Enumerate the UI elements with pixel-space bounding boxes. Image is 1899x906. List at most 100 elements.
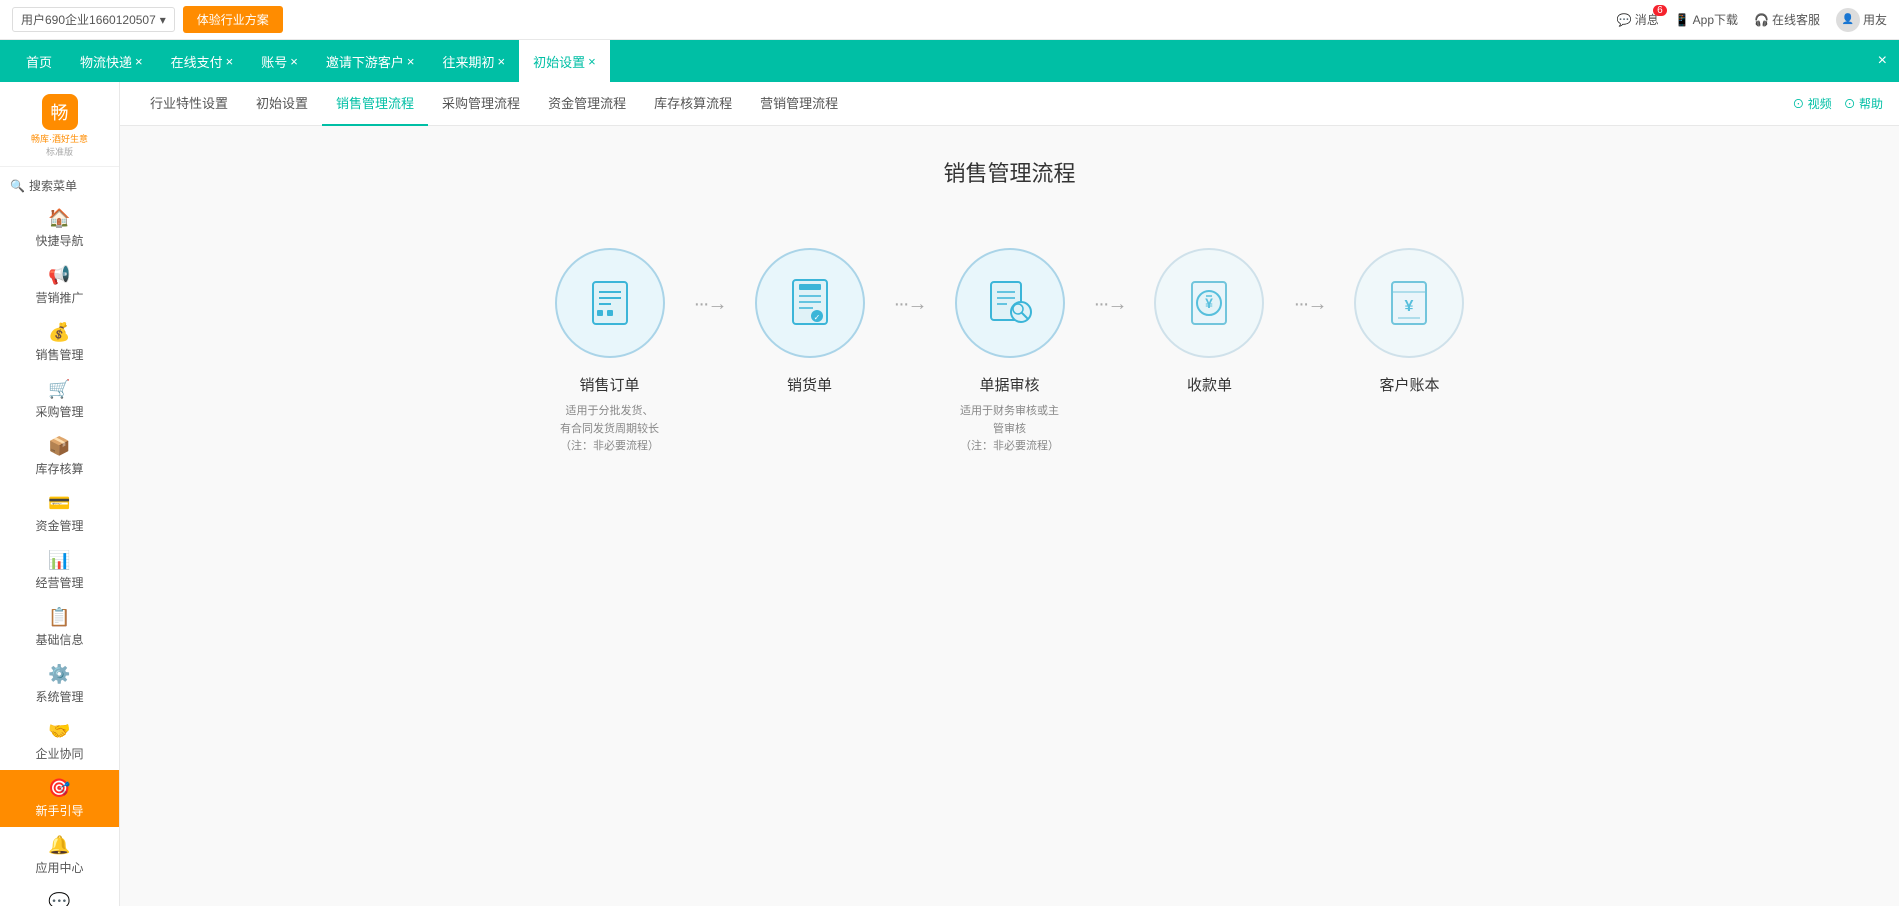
- sidebar-item-app-center[interactable]: 🔔 应用中心: [0, 827, 119, 884]
- help-btn[interactable]: ⊙ 帮助: [1844, 95, 1883, 112]
- flow-step-customer-ledger: ¥ 客户账本: [1329, 248, 1489, 403]
- nav-close-button[interactable]: ×: [1878, 52, 1887, 70]
- sidebar-item-basic-info[interactable]: 📋 基础信息: [0, 599, 119, 656]
- nav-payment[interactable]: 在线支付 ×: [157, 40, 248, 82]
- flow-step-doc-review: 单据审核 适用于财务审核或主管审核（注：非必要流程）: [930, 248, 1090, 456]
- system-icon: ⚙️: [48, 664, 70, 685]
- flow-circle-customer-ledger[interactable]: ¥: [1354, 248, 1464, 358]
- user-label: 用户690企业1660120507: [21, 11, 156, 28]
- flow-circle-sales-invoice[interactable]: ✓: [755, 248, 865, 358]
- flow-circle-sales-order[interactable]: [555, 248, 665, 358]
- app-download-item[interactable]: 📱 App下载: [1675, 11, 1738, 28]
- sidebar-item-label: 采购管理: [35, 403, 83, 420]
- flow-step-sales-order-title: 销售订单: [580, 374, 640, 395]
- sidebar-logo-text1: 畅库·酒好生意: [31, 132, 88, 145]
- nav-bar: 首页 物流快递 × 在线支付 × 账号 × 邀请下游客户 × 往来期初 × 初始…: [0, 40, 1899, 82]
- sidebar-item-newbie-guide[interactable]: 🎯 新手引导: [0, 770, 119, 827]
- page-title: 销售管理流程: [943, 156, 1075, 188]
- dropdown-icon: ▾: [160, 13, 166, 27]
- main-layout: 畅 畅库·酒好生意 标准版 🔍 搜索菜单 🏠 快捷导航 📢 营销推广 💰 销售管…: [0, 82, 1899, 906]
- service-icon: 🎧: [1754, 13, 1769, 27]
- flow-arrow-2: ···→: [890, 248, 930, 316]
- sub-tab-marketing-flow[interactable]: 营销管理流程: [746, 82, 852, 126]
- video-btn[interactable]: ⊙ 视频: [1792, 95, 1831, 112]
- sidebar-item-enterprise-wechat[interactable]: 💬 企业微信: [0, 884, 119, 906]
- service-label: 在线客服: [1772, 11, 1820, 28]
- sidebar-logo: 畅 畅库·酒好生意 标准版: [0, 86, 119, 167]
- sidebar-item-quick-nav[interactable]: 🏠 快捷导航: [0, 200, 119, 257]
- content-area: 行业特性设置 初始设置 销售管理流程 采购管理流程 资金管理流程 库存核算流程 …: [120, 82, 1899, 906]
- sidebar-search[interactable]: 🔍 搜索菜单: [0, 171, 119, 200]
- marketing-icon: 📢: [48, 265, 70, 286]
- sub-tab-init[interactable]: 初始设置: [242, 82, 322, 126]
- nav-account-label: 账号: [261, 52, 287, 71]
- sub-tab-industry[interactable]: 行业特性设置: [136, 82, 242, 126]
- sub-tab-purchase-flow[interactable]: 采购管理流程: [428, 82, 534, 126]
- sidebar-item-label: 企业协同: [35, 745, 83, 762]
- nav-logistics-label: 物流快递: [80, 52, 132, 71]
- nav-home[interactable]: 首页: [12, 40, 66, 82]
- flow-chart: 销售订单 适用于分批发货、有合同发货周期较长（注：非必要流程） ···→: [530, 248, 1490, 456]
- flow-arrow-1: ···→: [690, 248, 730, 316]
- sidebar-item-label: 库存核算: [35, 460, 83, 477]
- nav-init-settings[interactable]: 初始设置 ×: [519, 40, 610, 82]
- nav-period-arrow: ×: [497, 54, 505, 69]
- doc-review-icon: [983, 276, 1037, 330]
- sidebar-item-label: 资金管理: [35, 517, 83, 534]
- sales-icon: 💰: [48, 322, 70, 343]
- search-icon: 🔍: [10, 179, 25, 193]
- nav-logistics[interactable]: 物流快递 ×: [66, 40, 157, 82]
- sidebar-item-finance[interactable]: 💳 资金管理: [0, 485, 119, 542]
- nav-init-settings-label: 初始设置: [533, 52, 585, 71]
- inventory-icon: 📦: [48, 436, 70, 457]
- sidebar-item-inventory[interactable]: 📦 库存核算: [0, 428, 119, 485]
- sidebar-item-operations[interactable]: 📊 经营管理: [0, 542, 119, 599]
- nav-invite-label: 邀请下游客户: [326, 52, 404, 71]
- flow-circle-doc-review[interactable]: [955, 248, 1065, 358]
- trial-button[interactable]: 体验行业方案: [183, 6, 283, 33]
- message-item[interactable]: 💬 消息 6: [1617, 11, 1659, 28]
- customer-ledger-icon: ¥: [1382, 276, 1436, 330]
- service-item[interactable]: 🎧 在线客服: [1754, 11, 1820, 28]
- top-bar-left: 用户690企业1660120507 ▾ 体验行业方案: [12, 6, 283, 33]
- sidebar-item-label: 销售管理: [35, 346, 83, 363]
- flow-step-sales-invoice: ✓ 销货单: [730, 248, 890, 403]
- sales-invoice-icon: ✓: [783, 276, 837, 330]
- newbie-guide-icon: 🎯: [48, 778, 70, 799]
- sub-tab-inventory-flow-label: 库存核算流程: [654, 93, 732, 112]
- sidebar-item-sales[interactable]: 💰 销售管理: [0, 314, 119, 371]
- sub-tab-sales-flow[interactable]: 销售管理流程: [322, 82, 428, 126]
- flow-arrow-3: ···→: [1090, 248, 1130, 316]
- sidebar-item-enterprise-collab[interactable]: 🤝 企业协同: [0, 713, 119, 770]
- sidebar: 畅 畅库·酒好生意 标准版 🔍 搜索菜单 🏠 快捷导航 📢 营销推广 💰 销售管…: [0, 82, 120, 906]
- sub-tab-inventory-flow[interactable]: 库存核算流程: [640, 82, 746, 126]
- user-selector[interactable]: 用户690企业1660120507 ▾: [12, 7, 175, 32]
- flow-step-sales-invoice-title: 销货单: [787, 374, 832, 395]
- top-bar-right: 💬 消息 6 📱 App下载 🎧 在线客服 👤 用友: [1617, 8, 1887, 32]
- enterprise-collab-icon: 🤝: [48, 721, 70, 742]
- search-label: 搜索菜单: [29, 177, 77, 194]
- sub-tab-init-label: 初始设置: [256, 93, 308, 112]
- flow-step-sales-order-desc: 适用于分批发货、有合同发货周期较长（注：非必要流程）: [560, 403, 659, 456]
- sales-order-icon: [583, 276, 637, 330]
- nav-period[interactable]: 往来期初 ×: [428, 40, 519, 82]
- sidebar-item-marketing[interactable]: 📢 营销推广: [0, 257, 119, 314]
- sidebar-item-purchase[interactable]: 🛒 采购管理: [0, 371, 119, 428]
- flow-circle-receipt[interactable]: ¥: [1154, 248, 1264, 358]
- enterprise-wechat-icon: 💬: [48, 892, 70, 906]
- nav-home-label: 首页: [26, 52, 52, 71]
- message-badge: 6: [1653, 5, 1667, 16]
- operations-icon: 📊: [48, 550, 70, 571]
- sub-tab-finance-flow[interactable]: 资金管理流程: [534, 82, 640, 126]
- nav-invite[interactable]: 邀请下游客户 ×: [312, 40, 429, 82]
- svg-text:¥: ¥: [1405, 298, 1414, 315]
- nav-logistics-arrow: ×: [135, 54, 143, 69]
- flow-step-doc-review-title: 单据审核: [979, 374, 1039, 395]
- flow-step-receipt: ¥ 收款单: [1129, 248, 1289, 403]
- flow-step-customer-ledger-title: 客户账本: [1379, 374, 1439, 395]
- sidebar-item-system[interactable]: ⚙️ 系统管理: [0, 656, 119, 713]
- user-avatar-item[interactable]: 👤 用友: [1836, 8, 1887, 32]
- flow-step-doc-review-desc: 适用于财务审核或主管审核（注：非必要流程）: [960, 403, 1059, 456]
- nav-account[interactable]: 账号 ×: [247, 40, 312, 82]
- sidebar-logo-icon: 畅: [42, 94, 78, 130]
